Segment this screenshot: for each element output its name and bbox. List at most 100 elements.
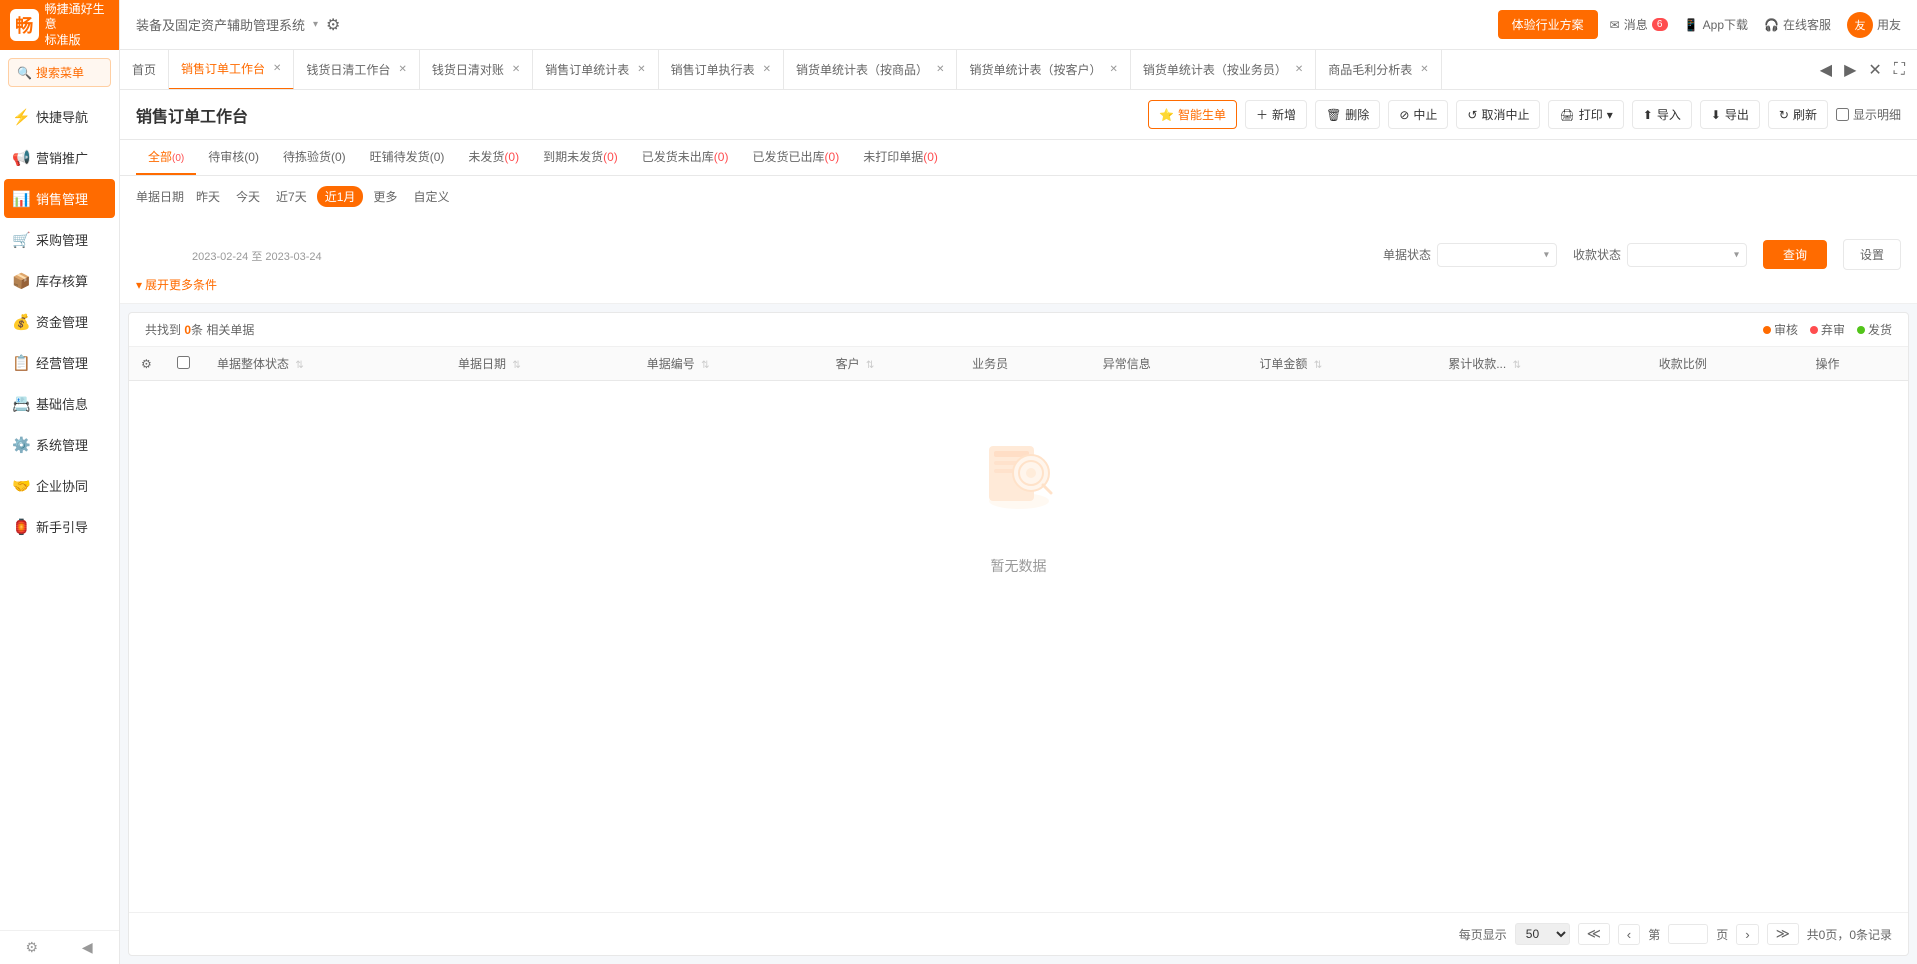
cancel-suspend-button[interactable]: ↺ 取消中止 — [1456, 100, 1540, 129]
collapse-sidebar-button[interactable]: ◀ — [64, 939, 112, 956]
last-month-button[interactable]: 近1月 — [317, 186, 364, 207]
add-button[interactable]: ＋ 新增 — [1245, 100, 1307, 129]
close-tab-summary-customer-icon[interactable]: ✕ — [1109, 64, 1117, 75]
prev-page-button[interactable]: ‹ — [1618, 924, 1640, 945]
query-button[interactable]: 查询 — [1763, 240, 1827, 269]
sub-tab-not-printed[interactable]: 未打印单据(0) — [851, 140, 950, 175]
sort-amount-icon[interactable]: ⇅ — [1314, 360, 1322, 371]
tab-sales-summary-customer[interactable]: 销货单统计表（按客户） ✕ — [957, 50, 1130, 90]
sub-tab-all[interactable]: 全部(0) — [136, 140, 196, 175]
sidebar-item-operations[interactable]: 📋 经营管理 — [4, 343, 115, 382]
logo-icon: 畅 — [10, 9, 39, 41]
today-button[interactable]: 今天 — [230, 186, 266, 207]
col-action: 操作 — [1803, 347, 1908, 381]
online-service-button[interactable]: 🎧 在线客服 — [1764, 16, 1831, 33]
tab-sales-order[interactable]: 销售订单工作台 ✕ — [169, 50, 294, 90]
message-button[interactable]: ✉ 消息 6 — [1610, 16, 1668, 33]
sub-tab-wangpu[interactable]: 旺铺待发货(0) — [358, 140, 457, 175]
search-menu-button[interactable]: 🔍 搜索菜单 — [8, 58, 111, 87]
expand-filter-button[interactable]: ▾ 展开更多条件 — [136, 276, 1901, 293]
tab-cash-account[interactable]: 钱货日清对账 ✕ — [420, 50, 533, 90]
table-count: 共找到 0条 相关单据 — [145, 321, 254, 338]
tab-gross-margin[interactable]: 商品毛利分析表 ✕ — [1316, 50, 1441, 90]
sort-customer-icon[interactable]: ⇅ — [866, 360, 874, 371]
next-page-button[interactable]: › — [1736, 924, 1758, 945]
column-settings-icon[interactable]: ⚙ — [141, 357, 152, 371]
sidebar-item-sales[interactable]: 📊 销售管理 — [4, 179, 115, 218]
payment-select[interactable] — [1627, 243, 1747, 267]
tab-cash-daily[interactable]: 钱货日清工作台 ✕ — [294, 50, 419, 90]
last7-button[interactable]: 近7天 — [270, 186, 313, 207]
delete-button[interactable]: 🗑 删除 — [1315, 100, 1380, 129]
sub-tab-expired-not-shipped[interactable]: 到期未发货(0) — [531, 140, 630, 175]
sort-collected-icon[interactable]: ⇅ — [1513, 360, 1521, 371]
sub-tab-pending-check[interactable]: 待拣验货(0) — [271, 140, 358, 175]
close-tab-sales-order-icon[interactable]: ✕ — [273, 63, 281, 74]
sidebar-item-quick-nav[interactable]: ⚡ 快捷导航 — [4, 97, 115, 136]
select-all-checkbox[interactable] — [177, 356, 190, 369]
sidebar-item-system[interactable]: ⚙️ 系统管理 — [4, 425, 115, 464]
close-tab-cash-daily-icon[interactable]: ✕ — [398, 64, 406, 75]
sidebar-item-purchase[interactable]: 🛒 采购管理 — [4, 220, 115, 259]
page-number-input[interactable]: 1 — [1668, 924, 1708, 944]
export-button[interactable]: ⬇ 导出 — [1700, 100, 1760, 129]
sort-date-icon[interactable]: ⇅ — [512, 360, 520, 371]
close-tab-cash-account-icon[interactable]: ✕ — [512, 64, 520, 75]
first-page-button[interactable]: ≪ — [1578, 923, 1610, 945]
tab-prev-button[interactable]: ◀ — [1816, 58, 1836, 82]
sidebar-item-guide[interactable]: 🏮 新手引导 — [4, 507, 115, 546]
settings-gear-icon[interactable]: ⚙ — [326, 15, 340, 35]
print-button[interactable]: 🖨 打印 ▾ — [1548, 100, 1623, 129]
sub-tab-shipped-out[interactable]: 已发货已出库(0) — [740, 140, 851, 175]
tab-next-button[interactable]: ▶ — [1840, 58, 1860, 82]
col-settings: ⚙ — [129, 347, 165, 381]
settings-bottom-button[interactable]: ⚙ — [8, 939, 56, 956]
close-tab-summary-staff-icon[interactable]: ✕ — [1295, 64, 1303, 75]
show-detail-checkbox[interactable] — [1836, 108, 1849, 121]
last-page-button[interactable]: ≫ — [1767, 923, 1799, 945]
user-button[interactable]: 友 用友 — [1847, 12, 1901, 38]
system-title-area: 装备及固定资产辅助管理系统 ▾ ⚙ — [136, 15, 1486, 35]
suspend-button[interactable]: ⊘ 中止 — [1388, 100, 1448, 129]
sub-tab-shipped-not-out[interactable]: 已发货未出库(0) — [630, 140, 741, 175]
sidebar-item-basic-info[interactable]: 📇 基础信息 — [4, 384, 115, 423]
sidebar-item-corp[interactable]: 🤝 企业协同 — [4, 466, 115, 505]
maximize-button[interactable]: ⛶ — [1890, 59, 1909, 81]
status-select[interactable] — [1437, 243, 1557, 267]
tab-sales-summary-product[interactable]: 销货单统计表（按商品） ✕ — [784, 50, 957, 90]
smart-create-button[interactable]: ⭐ 智能生单 — [1148, 100, 1237, 129]
avatar: 友 — [1847, 12, 1873, 38]
page-size-select[interactable]: 50 10 20 100 — [1515, 923, 1570, 945]
sub-tab-not-shipped[interactable]: 未发货(0) — [456, 140, 531, 175]
col-collected: 累计收款... ⇅ — [1436, 347, 1647, 381]
table-scroll[interactable]: ⚙ 单据整体状态 ⇅ 单据日期 ⇅ — [129, 347, 1908, 912]
sort-number-icon[interactable]: ⇅ — [701, 360, 709, 371]
sidebar-item-finance[interactable]: 💰 资金管理 — [4, 302, 115, 341]
custom-date-button[interactable]: 自定义 — [407, 186, 455, 207]
sort-status-icon[interactable]: ⇅ — [295, 360, 303, 371]
import-button[interactable]: ⬆ 导入 — [1632, 100, 1692, 129]
tab-sales-exec[interactable]: 销售订单执行表 ✕ — [659, 50, 784, 90]
ship-action-button[interactable]: 发货 — [1857, 321, 1892, 338]
close-tab-gross-margin-icon[interactable]: ✕ — [1420, 64, 1428, 75]
settings-button[interactable]: 设置 — [1843, 239, 1901, 270]
logo-area: 畅 畅捷通好生意 标准版 — [0, 0, 119, 50]
review-action-button[interactable]: 审核 — [1763, 321, 1798, 338]
yesterday-button[interactable]: 昨天 — [190, 186, 226, 207]
tab-sales-stats[interactable]: 销售订单统计表 ✕ — [533, 50, 658, 90]
show-detail-label[interactable]: 显示明细 — [1836, 106, 1901, 123]
app-download-button[interactable]: 📱 App下载 — [1684, 16, 1748, 33]
sidebar-item-marketing[interactable]: 📢 营销推广 — [4, 138, 115, 177]
tab-home[interactable]: 首页 — [120, 50, 169, 90]
tab-sales-summary-staff[interactable]: 销货单统计表（按业务员） ✕ — [1131, 50, 1316, 90]
close-tab-sales-exec-icon[interactable]: ✕ — [763, 64, 771, 75]
more-date-button[interactable]: 更多 — [367, 186, 403, 207]
close-all-tabs-button[interactable]: ✕ — [1864, 58, 1885, 82]
close-tab-summary-product-icon[interactable]: ✕ — [936, 64, 944, 75]
refresh-button[interactable]: ↻ 刷新 — [1768, 100, 1828, 129]
sidebar-item-inventory[interactable]: 📦 库存核算 — [4, 261, 115, 300]
sub-tab-pending-review[interactable]: 待审核(0) — [196, 140, 271, 175]
close-tab-sales-stats-icon[interactable]: ✕ — [637, 64, 645, 75]
revoke-action-button[interactable]: 弃审 — [1810, 321, 1845, 338]
industry-solution-button[interactable]: 体验行业方案 — [1498, 10, 1598, 39]
